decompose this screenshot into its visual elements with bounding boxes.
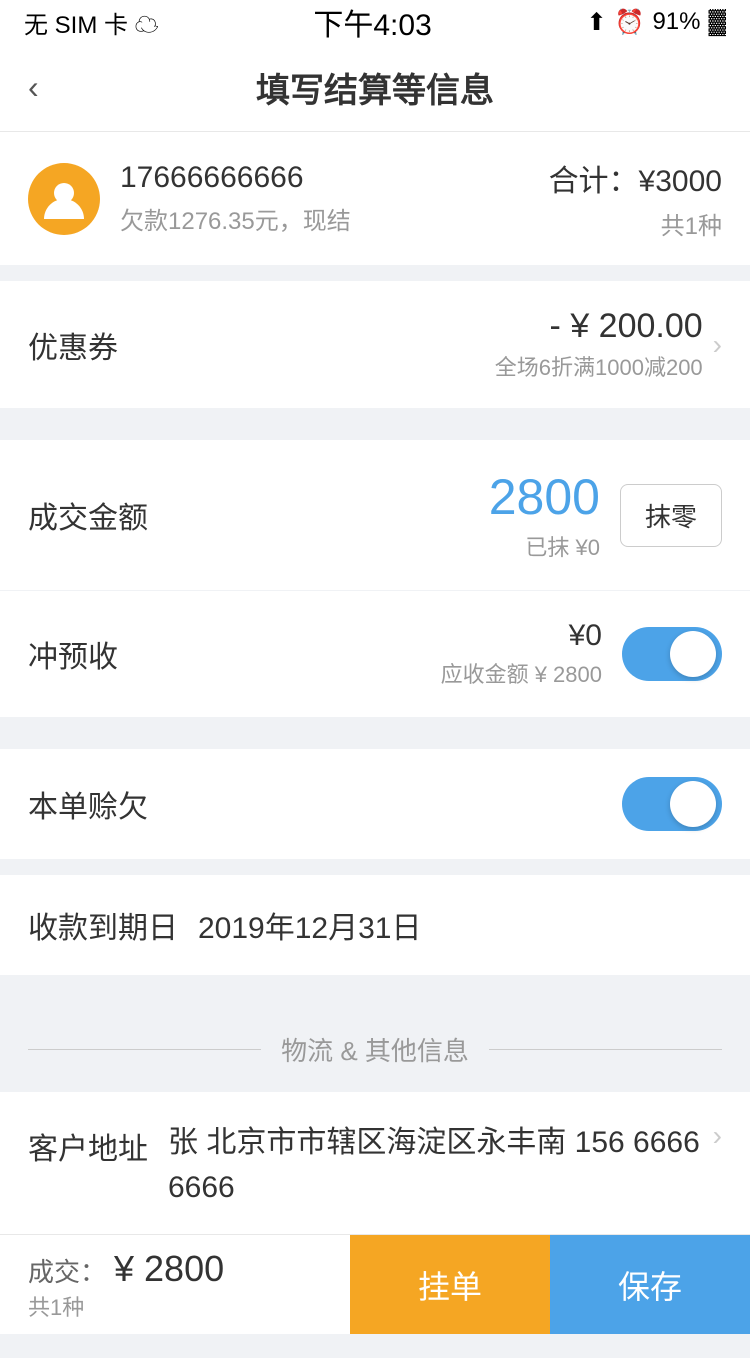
chong-amount: ¥0 xyxy=(441,619,602,653)
logistics-header: 物流 & 其他信息 xyxy=(0,1007,750,1092)
alarm-icon: ⏰ xyxy=(615,8,645,37)
hang-button[interactable]: 挂单 xyxy=(350,1235,550,1334)
section-divider-1 xyxy=(0,424,750,440)
logistics-line-left xyxy=(28,1049,261,1050)
battery-icon: ▓ xyxy=(708,8,726,36)
chong-toggle[interactable] xyxy=(622,627,722,681)
chong-right: ¥0 应收金额 ¥ 2800 xyxy=(441,619,722,689)
deal-amount-sub: 已抹 ¥0 xyxy=(489,530,600,562)
logistics-label: 物流 & 其他信息 xyxy=(281,1031,469,1068)
benshen-row: 本单赊欠 xyxy=(0,749,750,859)
coupon-desc: 全场6折满1000减200 xyxy=(495,350,703,382)
status-left: 无 SIM 卡 ☁ xyxy=(24,5,159,40)
customer-card: 17666666666 欠款1276.35元，现结 合计：¥3000 共1种 xyxy=(0,132,750,265)
address-right: 张 北京市市辖区海淀区永丰南 156 6666 6666 › xyxy=(148,1120,722,1210)
chong-row: 冲预收 ¥0 应收金额 ¥ 2800 xyxy=(0,591,750,717)
bottom-amount: ¥ 2800 xyxy=(114,1248,224,1290)
coupon-label: 优惠券 xyxy=(28,323,118,367)
coupon-row[interactable]: 优惠券 - ¥ 200.00 全场6折满1000减200 › xyxy=(0,281,750,408)
bottom-bar: 成交： ¥ 2800 共1种 挂单 保存 xyxy=(0,1234,750,1334)
bottom-chengjiao-label: 成交： xyxy=(28,1252,106,1289)
coupon-amount: - ¥ 200.00 xyxy=(495,307,703,346)
benshen-toggle-circle xyxy=(670,781,716,827)
deal-amount-value: 2800 xyxy=(489,468,600,526)
battery-label: 91% xyxy=(652,8,700,36)
deal-amount-label: 成交金额 xyxy=(28,493,148,537)
page-title: 填写结算等信息 xyxy=(256,63,494,112)
avatar xyxy=(28,163,100,235)
status-bar: 无 SIM 卡 ☁ 下午4:03 ⬆ ⏰ 91% ▓ xyxy=(0,0,750,44)
deal-amount-section: 成交金额 2800 已抹 ¥0 抹零 冲预收 ¥0 应收金额 ¥ 2800 xyxy=(0,440,750,717)
benshen-label: 本单赊欠 xyxy=(28,782,148,826)
address-label: 客户地址 xyxy=(28,1120,148,1168)
coupon-value: - ¥ 200.00 全场6折满1000减200 xyxy=(495,307,703,382)
save-button[interactable]: 保存 xyxy=(550,1235,750,1334)
sim-label: 无 SIM 卡 ☁ xyxy=(24,5,159,40)
shoukuan-row: 收款到期日 2019年12月31日 xyxy=(0,875,750,975)
chong-amount-area: ¥0 应收金额 ¥ 2800 xyxy=(441,619,602,689)
chevron-right-icon: › xyxy=(713,329,722,361)
customer-right: 合计：¥3000 共1种 xyxy=(549,156,722,241)
address-chevron-icon: › xyxy=(713,1120,722,1152)
customer-info: 17666666666 欠款1276.35元，现结 xyxy=(120,161,351,236)
customer-phone: 17666666666 xyxy=(120,161,351,195)
deal-amount-row: 成交金额 2800 已抹 ¥0 抹零 xyxy=(0,440,750,591)
bottom-chengjiao-line: 成交： ¥ 2800 xyxy=(28,1248,322,1290)
chong-sub: 应收金额 ¥ 2800 xyxy=(441,657,602,689)
benshen-toggle[interactable] xyxy=(622,777,722,831)
status-right: ⬆ ⏰ 91% ▓ xyxy=(586,8,726,37)
back-button[interactable]: ‹ xyxy=(28,69,39,106)
section-divider-3 xyxy=(0,991,750,1007)
section-divider-2 xyxy=(0,733,750,749)
customer-left: 17666666666 欠款1276.35元，现结 xyxy=(28,161,351,236)
customer-sub: 欠款1276.35元，现结 xyxy=(120,201,351,236)
bottom-count: 共1种 xyxy=(28,1290,322,1322)
round-zero-button[interactable]: 抹零 xyxy=(620,484,722,547)
customer-total: 合计：¥3000 xyxy=(549,156,722,200)
bottom-left: 成交： ¥ 2800 共1种 xyxy=(0,1235,350,1334)
nav-bar: ‹ 填写结算等信息 xyxy=(0,44,750,132)
deal-amount-right: 2800 已抹 ¥0 抹零 xyxy=(489,468,722,562)
address-text: 张 北京市市辖区海淀区永丰南 156 6666 6666 xyxy=(168,1120,701,1210)
address-row[interactable]: 客户地址 张 北京市市辖区海淀区永丰南 156 6666 6666 › xyxy=(0,1092,750,1238)
status-time: 下午4:03 xyxy=(313,0,431,44)
customer-count: 共1种 xyxy=(549,206,722,241)
logistics-line-right xyxy=(489,1049,722,1050)
shoukuan-label: 收款到期日 xyxy=(28,903,178,947)
shoukuan-value: 2019年12月31日 xyxy=(198,903,421,947)
toggle-circle xyxy=(670,631,716,677)
location-icon: ⬆ xyxy=(586,8,606,37)
chong-label: 冲预收 xyxy=(28,632,118,676)
coupon-right: - ¥ 200.00 全场6折满1000减200 › xyxy=(495,307,722,382)
